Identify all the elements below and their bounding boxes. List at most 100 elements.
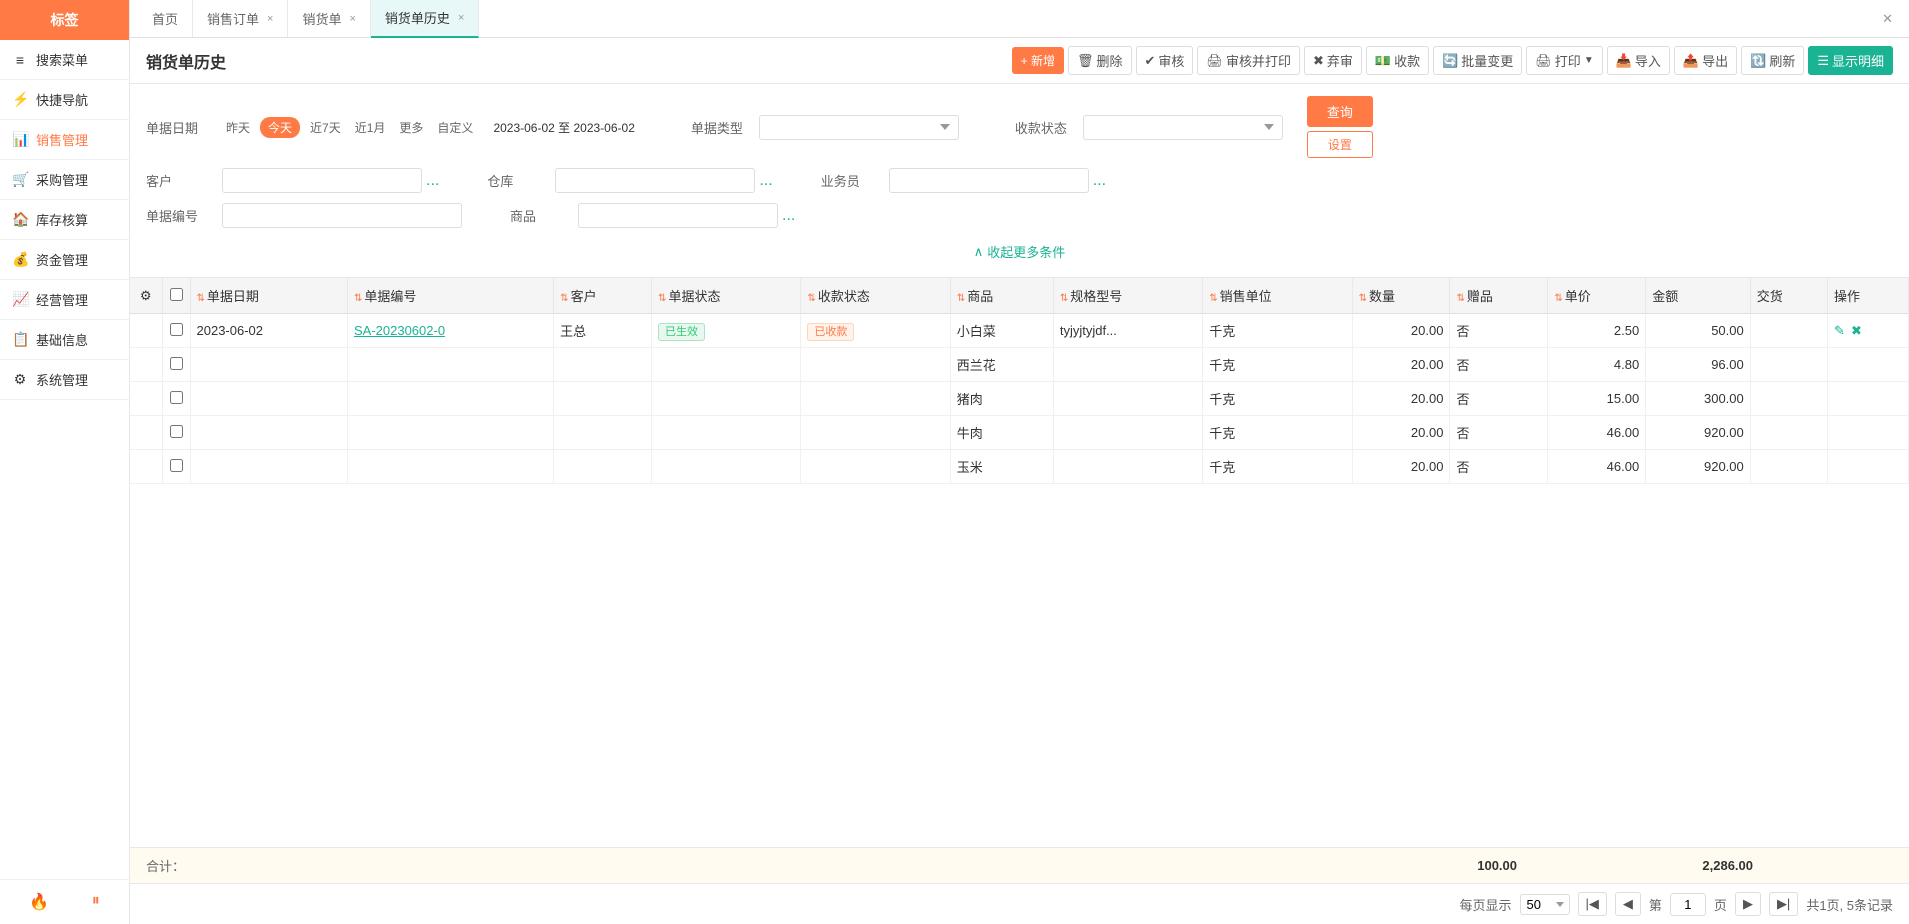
th-trade[interactable]: 交货 <box>1750 278 1827 314</box>
cell-price: 46.00 <box>1548 416 1646 450</box>
cell-trade <box>1750 416 1827 450</box>
shortcut-more[interactable]: 更多 <box>395 117 427 138</box>
tab-sales-order[interactable]: 销售订单 × <box>193 0 288 38</box>
print-icon: 🖨 <box>1535 53 1552 69</box>
sidebar-item-finance-mgmt[interactable]: 💰 资金管理 <box>0 240 129 280</box>
cell-doc-status <box>652 348 801 382</box>
last-page-button[interactable]: ▶| <box>1769 892 1798 916</box>
page-size-select[interactable]: 50 20 100 <box>1520 894 1570 915</box>
goods-input[interactable] <box>578 203 778 228</box>
customer-input[interactable] <box>222 168 422 193</box>
collect-status-select[interactable] <box>1083 115 1283 140</box>
show-detail-button[interactable]: ☰ 显示明细 <box>1808 46 1893 75</box>
sort-price-icon: ⇅ <box>1554 293 1562 304</box>
window-close-button[interactable]: ✕ <box>1874 11 1901 27</box>
refresh-button[interactable]: 🔃 刷新 <box>1741 46 1804 75</box>
doc-no-input[interactable] <box>222 203 462 228</box>
next-page-button[interactable]: ▶ <box>1735 892 1761 916</box>
delete-row-icon[interactable]: ✖ <box>1851 323 1862 339</box>
doc-type-select[interactable] <box>759 115 959 140</box>
row-checkbox[interactable] <box>170 425 183 438</box>
th-gear[interactable]: ⚙ <box>130 278 162 314</box>
tab-sales-goods-close[interactable]: × <box>349 13 355 25</box>
sales-rep-dots[interactable]: ... <box>1093 172 1106 190</box>
tab-sales-goods[interactable]: 销货单 × <box>288 0 370 38</box>
table-footer: 合计： 100.00 2,286.00 <box>130 847 1909 883</box>
abandon-button[interactable]: ✖ 弃审 <box>1304 46 1362 75</box>
tab-sales-history-close[interactable]: × <box>458 12 464 24</box>
data-table: ⚙ ⇅单据日期 ⇅单据编号 ⇅客户 ⇅单据状态 ⇅收款状态 ⇅商品 ⇅规格型号 … <box>130 278 1909 484</box>
shortcut-custom[interactable]: 自定义 <box>433 117 477 138</box>
sidebar-item-ops-mgmt[interactable]: 📈 经营管理 <box>0 280 129 320</box>
review-button[interactable]: ✔ 审核 <box>1136 46 1194 75</box>
shortcut-yesterday[interactable]: 昨天 <box>222 117 254 138</box>
th-goods[interactable]: ⇅商品 <box>950 278 1053 314</box>
cell-price: 46.00 <box>1548 450 1646 484</box>
th-date[interactable]: ⇅单据日期 <box>190 278 347 314</box>
first-page-button[interactable]: |◀ <box>1578 892 1607 916</box>
footer-label: 合计： <box>146 856 185 875</box>
th-collect-status[interactable]: ⇅收款状态 <box>801 278 950 314</box>
sales-rep-input[interactable] <box>889 168 1089 193</box>
th-doc-status[interactable]: ⇅单据状态 <box>652 278 801 314</box>
set-button[interactable]: 设置 <box>1307 131 1373 158</box>
th-check[interactable] <box>162 278 190 314</box>
toolbar: 销货单历史 + 新增 🗑 删除 ✔ 审核 🖨 审核并打印 ✖ 弃审 💵 收款 <box>130 38 1909 84</box>
goods-dots[interactable]: ... <box>782 207 795 225</box>
warehouse-input[interactable] <box>555 168 755 193</box>
cell-no[interactable]: SA-20230602-0 <box>347 314 553 348</box>
row-checkbox[interactable] <box>170 459 183 472</box>
print-button[interactable]: 🖨 打印 ▼ <box>1526 46 1602 75</box>
row-checkbox[interactable] <box>170 391 183 404</box>
shortcut-today[interactable]: 今天 <box>260 117 300 138</box>
prev-page-button[interactable]: ◀ <box>1615 892 1641 916</box>
sidebar-item-search-menu[interactable]: ≡ 搜索菜单 <box>0 40 129 80</box>
tab-sales-history[interactable]: 销货单历史 × <box>371 0 479 38</box>
th-spec[interactable]: ⇅规格型号 <box>1053 278 1202 314</box>
page-input[interactable] <box>1670 893 1706 916</box>
collapse-button[interactable]: ∧ 收起更多条件 <box>970 238 1070 265</box>
cell-doc-status <box>652 450 801 484</box>
sidebar-item-inventory[interactable]: 🏠 库存核算 <box>0 200 129 240</box>
batch-change-button[interactable]: 🔄 批量变更 <box>1433 46 1522 75</box>
sidebar-item-purchase-mgmt[interactable]: 🛒 采购管理 <box>0 160 129 200</box>
edit-icon[interactable]: ✎ <box>1834 323 1845 339</box>
sort-no-icon: ⇅ <box>354 293 362 304</box>
collect-button[interactable]: 💵 收款 <box>1366 46 1429 75</box>
sidebar-item-basic-info[interactable]: 📋 基础信息 <box>0 320 129 360</box>
check-all-checkbox[interactable] <box>170 288 183 301</box>
shortcut-7days[interactable]: 近7天 <box>306 117 345 138</box>
th-amount[interactable]: 金额 <box>1646 278 1751 314</box>
tab-sales-order-close[interactable]: × <box>267 13 273 25</box>
export-button[interactable]: 📤 导出 <box>1674 46 1737 75</box>
pause-icon[interactable]: ⏸ <box>84 888 108 916</box>
query-button[interactable]: 查询 <box>1307 96 1373 127</box>
cell-trade <box>1750 450 1827 484</box>
th-op: 操作 <box>1828 278 1909 314</box>
sidebar-item-system-mgmt[interactable]: ⚙ 系统管理 <box>0 360 129 400</box>
sort-gift-icon: ⇅ <box>1456 293 1464 304</box>
row-checkbox[interactable] <box>170 323 183 336</box>
th-gift[interactable]: ⇅赠品 <box>1450 278 1548 314</box>
tabs-bar: 首页 销售订单 × 销货单 × 销货单历史 × ✕ <box>130 0 1909 38</box>
th-price[interactable]: ⇅单价 <box>1548 278 1646 314</box>
import-button[interactable]: 📥 导入 <box>1607 46 1670 75</box>
sidebar-item-sales-mgmt[interactable]: 📊 销售管理 <box>0 120 129 160</box>
customer-dots[interactable]: ... <box>426 172 439 190</box>
review-print-button[interactable]: 🖨 审核并打印 <box>1197 46 1300 75</box>
th-unit[interactable]: ⇅销售单位 <box>1203 278 1352 314</box>
tab-home[interactable]: 首页 <box>138 0 193 38</box>
th-no[interactable]: ⇅单据编号 <box>347 278 553 314</box>
doc-no-link[interactable]: SA-20230602-0 <box>354 323 445 338</box>
cell-amount: 920.00 <box>1646 416 1751 450</box>
shortcut-1month[interactable]: 近1月 <box>351 117 390 138</box>
th-customer[interactable]: ⇅客户 <box>554 278 652 314</box>
new-button[interactable]: + 新增 <box>1012 47 1064 74</box>
cell-date <box>190 348 347 382</box>
sidebar-item-quick-nav[interactable]: ⚡ 快捷导航 <box>0 80 129 120</box>
fire-icon[interactable]: 🔥 <box>21 888 57 916</box>
delete-button[interactable]: 🗑 删除 <box>1068 46 1132 75</box>
warehouse-dots[interactable]: ... <box>759 172 772 190</box>
th-qty[interactable]: ⇅数量 <box>1352 278 1450 314</box>
row-checkbox[interactable] <box>170 357 183 370</box>
